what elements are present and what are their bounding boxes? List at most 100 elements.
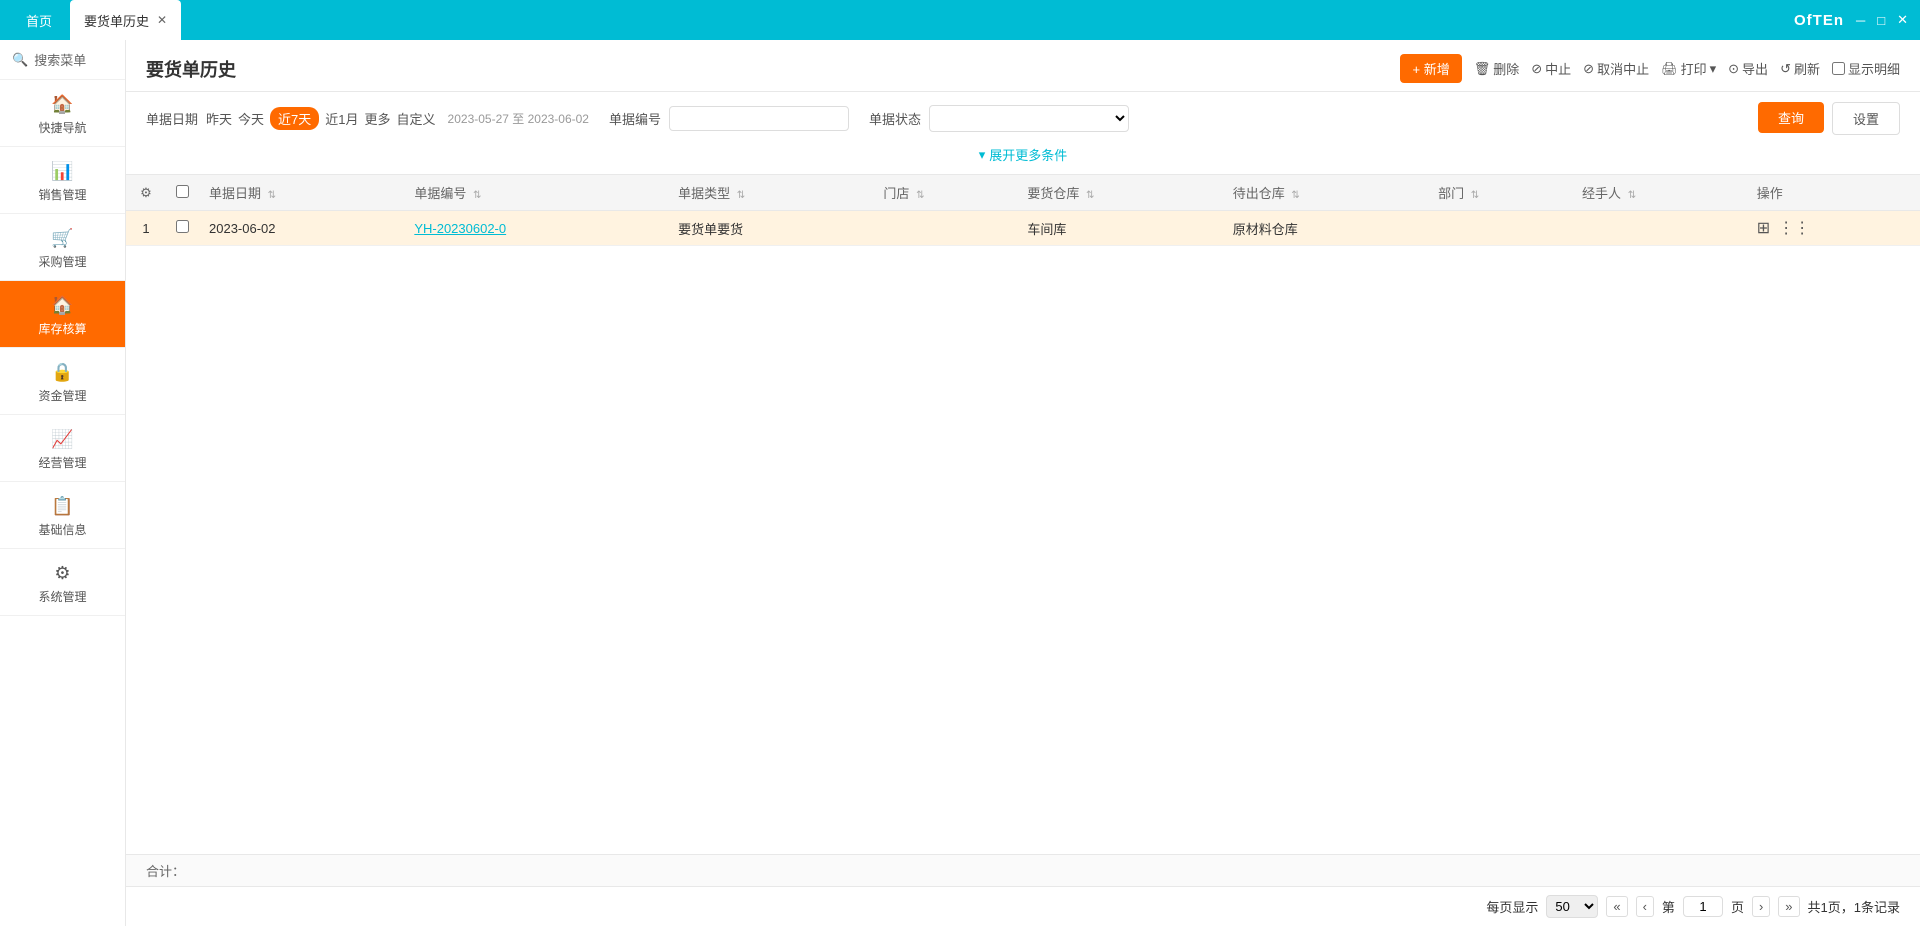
sidebar-item-basic-info[interactable]: 📋 基础信息 (0, 482, 125, 549)
new-button[interactable]: + 新增 (1400, 54, 1461, 83)
print-button[interactable]: 🖨 打印 ▾ (1661, 59, 1716, 78)
shortcut-custom[interactable]: 自定义 (397, 109, 436, 128)
row-doc-no-link[interactable]: YH-20230602-0 (414, 221, 506, 236)
trending-icon: 📈 (51, 429, 73, 450)
tab-home[interactable]: 首页 (12, 0, 66, 40)
col-req-warehouse[interactable]: 要货仓库 ⇅ (1017, 175, 1222, 211)
col-actions-label: 操作 (1757, 186, 1783, 201)
delete-button[interactable]: 🗑 删除 (1474, 59, 1520, 78)
row-dest-warehouse: 原材料仓库 (1223, 211, 1428, 246)
tab-close-icon[interactable]: ✕ (157, 13, 167, 27)
display-detail-checkbox[interactable] (1832, 62, 1845, 75)
shortcut-yesterday[interactable]: 昨天 (206, 109, 232, 128)
stop-icon: ⊘ (1531, 61, 1542, 77)
first-page-button[interactable]: « (1606, 896, 1627, 917)
doc-no-input[interactable] (669, 106, 849, 131)
total-info: 共1页，1条记录 (1808, 897, 1900, 916)
sidebar-item-sales-label: 销售管理 (38, 186, 86, 203)
date-filter-label: 单据日期 (146, 109, 198, 128)
sidebar-item-quick-nav[interactable]: 🏠 快捷导航 (0, 80, 125, 147)
stop-button[interactable]: ⊘ 中止 (1531, 59, 1571, 78)
sidebar-item-finance[interactable]: 🔒 资金管理 (0, 348, 125, 415)
sidebar-item-operations-label: 经营管理 (38, 454, 86, 471)
sidebar-item-system-label: 系统管理 (38, 588, 86, 605)
refresh-button[interactable]: ↺ 刷新 (1780, 59, 1820, 78)
main-content: 要货单历史 + 新增 🗑 删除 ⊘ 中止 ⊘ 取消中止 🖨 打印 (126, 40, 1920, 926)
col-dest-warehouse[interactable]: 待出仓库 ⇅ (1223, 175, 1428, 211)
warehouse-icon: 🏠 (51, 295, 73, 316)
select-all-checkbox[interactable] (176, 185, 189, 198)
tab-requisition-history[interactable]: 要货单历史 ✕ (70, 0, 181, 40)
window-close-icon[interactable]: ✕ (1897, 12, 1908, 28)
col-handler[interactable]: 经手人 ⇅ (1572, 175, 1747, 211)
last-page-button[interactable]: » (1778, 896, 1799, 917)
next-page-button[interactable]: › (1752, 896, 1770, 917)
sidebar-search[interactable]: 🔍 搜索菜单 (0, 40, 125, 80)
col-req-warehouse-sort: ⇅ (1086, 190, 1094, 201)
table-area: ⚙ 单据日期 ⇅ 单据编号 ⇅ (126, 175, 1920, 854)
col-department[interactable]: 部门 ⇅ (1428, 175, 1572, 211)
sidebar-item-purchase[interactable]: 🛒 采购管理 (0, 214, 125, 281)
doc-no-filter-group: 单据编号 (609, 106, 849, 131)
row-department (1428, 211, 1572, 246)
doc-status-label: 单据状态 (869, 109, 921, 128)
export-label: 导出 (1742, 59, 1768, 78)
shortcut-last7[interactable]: 近7天 (270, 107, 319, 130)
col-doc-no[interactable]: 单据编号 ⇅ (404, 175, 668, 211)
shortcut-today[interactable]: 今天 (238, 109, 264, 128)
table-header-row: ⚙ 单据日期 ⇅ 单据编号 ⇅ (126, 175, 1920, 211)
table-footer: 合计： (126, 854, 1920, 886)
col-doc-no-sort: ⇅ (473, 190, 481, 201)
sidebar-item-basic-info-label: 基础信息 (38, 521, 86, 538)
col-dest-warehouse-sort: ⇅ (1291, 190, 1299, 201)
prev-page-button[interactable]: ‹ (1636, 896, 1654, 917)
col-settings[interactable]: ⚙ (126, 175, 166, 211)
sidebar-item-inventory[interactable]: 🏠 库存核算 (0, 281, 125, 348)
row-action-buttons: ⊞ ⋮⋮ (1757, 218, 1910, 238)
window-max-icon[interactable]: □ (1877, 13, 1885, 28)
lock-icon: 🔒 (51, 362, 73, 383)
doc-status-select[interactable] (929, 105, 1129, 132)
col-doc-type-sort: ⇅ (737, 190, 745, 201)
cancel-stop-label: 取消中止 (1597, 59, 1649, 78)
print-icon: 🖨 (1661, 61, 1678, 77)
per-page-select[interactable]: 50 10 20 100 (1546, 895, 1598, 918)
expand-filter-button[interactable]: ▾ 展开更多条件 (979, 145, 1068, 164)
query-button[interactable]: 查询 (1758, 102, 1824, 133)
filter-area: 单据日期 昨天 今天 近7天 近1月 更多 自定义 2023-05-27 至 2… (126, 92, 1920, 175)
window-min-icon[interactable]: ─ (1856, 13, 1865, 28)
sidebar-item-finance-label: 资金管理 (38, 387, 86, 404)
cancel-stop-button[interactable]: ⊘ 取消中止 (1583, 59, 1649, 78)
display-detail-button[interactable]: 显示明细 (1832, 59, 1900, 78)
settings-icon[interactable]: ⚙ (140, 185, 152, 200)
col-actions: 操作 (1747, 175, 1920, 211)
row-checkbox-cell[interactable] (166, 211, 199, 246)
shortcut-more[interactable]: 更多 (365, 109, 391, 128)
display-detail-label: 显示明细 (1848, 59, 1900, 78)
print-dropdown-icon: ▾ (1710, 61, 1717, 77)
top-bar: 首页 要货单历史 ✕ OfTEn ─ □ ✕ (0, 0, 1920, 40)
sidebar-item-operations[interactable]: 📈 经营管理 (0, 415, 125, 482)
col-doc-no-label: 单据编号 (414, 186, 466, 201)
sidebar-item-system[interactable]: ⚙ 系统管理 (0, 549, 125, 616)
date-range-display: 2023-05-27 至 2023-06-02 (448, 110, 589, 127)
col-checkbox[interactable] (166, 175, 199, 211)
col-doc-date[interactable]: 单据日期 ⇅ (199, 175, 404, 211)
clipboard-icon: 📋 (51, 496, 73, 517)
set-button[interactable]: 设置 (1832, 102, 1900, 135)
row-doc-no[interactable]: YH-20230602-0 (404, 211, 668, 246)
row-checkbox[interactable] (176, 220, 189, 233)
date-shortcuts: 昨天 今天 近7天 近1月 更多 自定义 (206, 107, 436, 130)
export-button[interactable]: ⊙ 导出 (1728, 59, 1768, 78)
row-actions-cell: ⊞ ⋮⋮ (1747, 211, 1920, 246)
page-suffix: 页 (1731, 897, 1744, 916)
col-doc-type[interactable]: 单据类型 ⇅ (668, 175, 873, 211)
sidebar-item-inventory-label: 库存核算 (38, 320, 86, 337)
sidebar-item-sales[interactable]: 📊 销售管理 (0, 147, 125, 214)
page-number-input[interactable] (1683, 896, 1723, 917)
cart-icon: 🛒 (51, 228, 73, 249)
col-store[interactable]: 门店 ⇅ (873, 175, 1017, 211)
row-edit-icon[interactable]: ⊞ (1757, 218, 1770, 238)
row-more-icon[interactable]: ⋮⋮ (1778, 218, 1810, 238)
shortcut-last1m[interactable]: 近1月 (325, 109, 358, 128)
